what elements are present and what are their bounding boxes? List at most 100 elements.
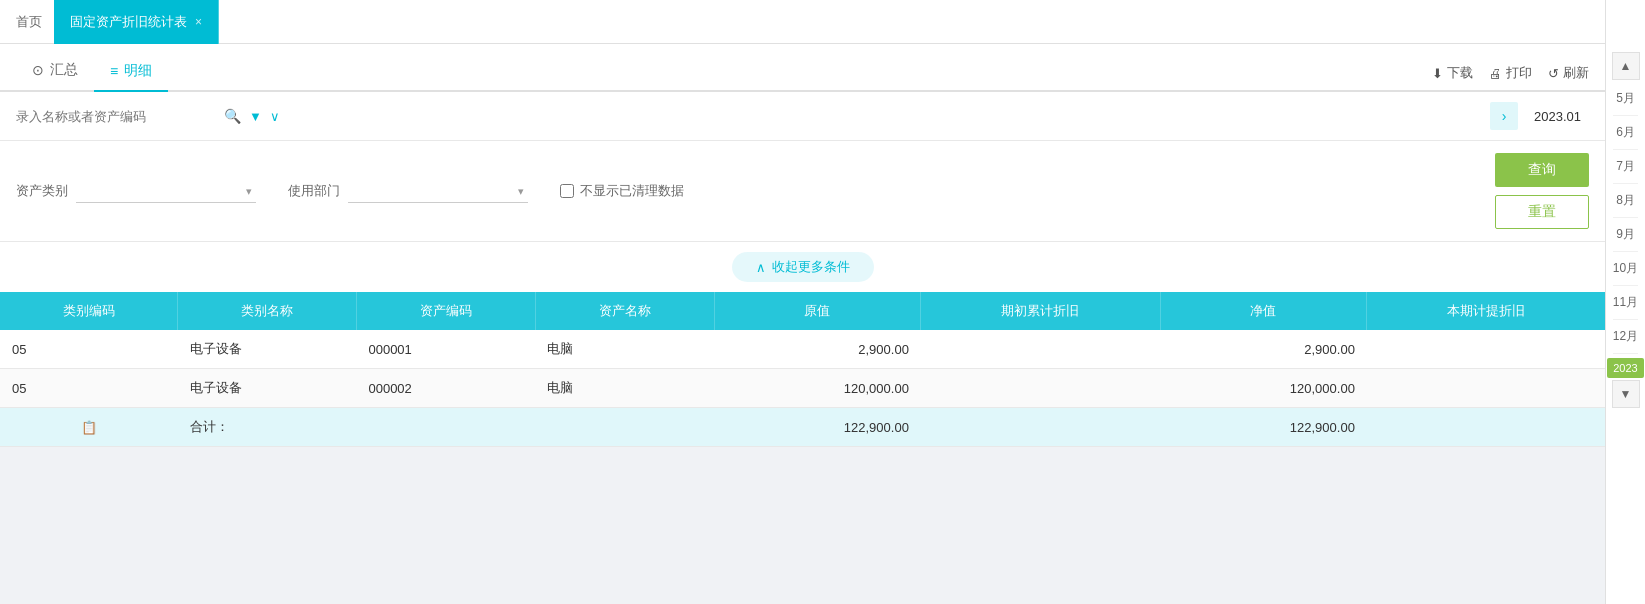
th-original-value: 原值 xyxy=(714,292,921,330)
collapse-btn[interactable]: ∧ 收起更多条件 xyxy=(732,252,874,282)
detail-icon: ≡ xyxy=(110,63,118,79)
nav-arrow-btn[interactable]: › xyxy=(1490,102,1518,130)
year-badge[interactable]: 2023 xyxy=(1607,358,1643,378)
dept-select[interactable] xyxy=(348,179,528,203)
sub-tabs: ⊙ 汇总 ≡ 明细 ⬇ 下载 🖨 打印 ↺ 刷新 xyxy=(0,44,1605,92)
filter-area: 资产类别 使用部门 不显示已清理数据 xyxy=(0,141,1605,242)
download-label: 下载 xyxy=(1447,64,1473,82)
data-table: 类别编码 类别名称 资产编码 资产名称 原值 期初累计折旧 净值 本期计提折旧 … xyxy=(0,292,1605,447)
tab-label: 固定资产折旧统计表 xyxy=(70,13,187,31)
month-item[interactable]: 6月 xyxy=(1613,116,1638,150)
chevron-down-icon: ∨ xyxy=(270,109,280,124)
refresh-btn[interactable]: ↺ 刷新 xyxy=(1548,64,1589,82)
dept-label: 使用部门 xyxy=(288,182,340,200)
month-item[interactable]: 12月 xyxy=(1613,320,1638,354)
month-item[interactable]: 7月 xyxy=(1613,150,1638,184)
month-item[interactable]: 5月 xyxy=(1613,82,1638,116)
cell-net-value: 2,900.00 xyxy=(1160,330,1367,369)
cell-category-code: 05 xyxy=(0,369,178,408)
print-icon: 🖨 xyxy=(1489,66,1502,81)
th-asset-name: 资产名称 xyxy=(535,292,714,330)
total-net-value: 122,900.00 xyxy=(1160,408,1367,447)
asset-type-select[interactable] xyxy=(76,179,256,203)
th-current-depreciation: 本期计提折旧 xyxy=(1367,292,1605,330)
query-btn[interactable]: 查询 xyxy=(1495,153,1589,187)
th-category-code: 类别编码 xyxy=(0,292,178,330)
collapse-bar: ∧ 收起更多条件 xyxy=(0,242,1605,292)
total-row: 📋 合计： 122,900.00 122,900.00 xyxy=(0,408,1605,447)
reset-btn[interactable]: 重置 xyxy=(1495,195,1589,229)
refresh-label: 刷新 xyxy=(1563,64,1589,82)
cell-current-depreciation xyxy=(1367,330,1605,369)
th-accum-depreciation: 期初累计折旧 xyxy=(921,292,1160,330)
hide-cleared-text: 不显示已清理数据 xyxy=(580,182,684,200)
print-label: 打印 xyxy=(1506,64,1532,82)
date-label: 2023.01 xyxy=(1526,109,1589,124)
collapse-icon: ∧ xyxy=(756,260,766,275)
filter-row: 资产类别 使用部门 不显示已清理数据 xyxy=(16,153,1589,229)
right-panel: ▲ 5月6月7月8月9月10月11月12月 2023 ▼ xyxy=(1605,0,1645,447)
th-asset-code: 资产编码 xyxy=(356,292,535,330)
th-net-value: 净值 xyxy=(1160,292,1367,330)
print-btn[interactable]: 🖨 打印 xyxy=(1489,64,1532,82)
month-item[interactable]: 10月 xyxy=(1613,252,1638,286)
download-btn[interactable]: ⬇ 下载 xyxy=(1432,64,1473,82)
active-tab[interactable]: 固定资产折旧统计表 × xyxy=(54,0,219,44)
cell-current-depreciation xyxy=(1367,369,1605,408)
total-accum-depreciation xyxy=(921,408,1160,447)
cell-original-value: 120,000.00 xyxy=(714,369,921,408)
hide-cleared-checkbox[interactable] xyxy=(560,184,574,198)
refresh-icon: ↺ xyxy=(1548,66,1559,81)
table-container: 类别编码 类别名称 资产编码 资产名称 原值 期初累计折旧 净值 本期计提折旧 … xyxy=(0,292,1605,447)
asset-type-label: 资产类别 xyxy=(16,182,68,200)
search-icon[interactable]: 🔍 xyxy=(224,108,241,124)
total-current-depreciation xyxy=(1367,408,1605,447)
tab-summary-label: 汇总 xyxy=(50,61,78,79)
tab-detail[interactable]: ≡ 明细 xyxy=(94,52,168,92)
dept-filter: 使用部门 xyxy=(288,179,528,203)
total-label: 合计： xyxy=(178,408,714,447)
table-row: 05 电子设备 000002 电脑 120,000.00 120,000.00 xyxy=(0,369,1605,408)
month-list: 5月6月7月8月9月10月11月12月 xyxy=(1613,82,1638,354)
asset-type-select-wrapper xyxy=(76,179,256,203)
scroll-down-btn[interactable]: ▼ xyxy=(1612,380,1640,408)
cell-category-code: 05 xyxy=(0,330,178,369)
asset-type-filter: 资产类别 xyxy=(16,179,256,203)
cell-category-name: 电子设备 xyxy=(178,330,357,369)
cell-category-name: 电子设备 xyxy=(178,369,357,408)
hide-cleared-label[interactable]: 不显示已清理数据 xyxy=(560,182,684,200)
cell-accum-depreciation xyxy=(921,369,1160,408)
more-filter-btn[interactable]: ▼ ∨ xyxy=(249,109,280,124)
collapse-label: 收起更多条件 xyxy=(772,258,850,276)
search-input[interactable] xyxy=(16,109,216,124)
month-item[interactable]: 9月 xyxy=(1613,218,1638,252)
download-icon: ⬇ xyxy=(1432,66,1443,81)
tab-detail-label: 明细 xyxy=(124,62,152,80)
table-row: 05 电子设备 000001 电脑 2,900.00 2,900.00 xyxy=(0,330,1605,369)
table-header-row: 类别编码 类别名称 资产编码 资产名称 原值 期初累计折旧 净值 本期计提折旧 xyxy=(0,292,1605,330)
toolbar-right: ⬇ 下载 🖨 打印 ↺ 刷新 xyxy=(1432,64,1589,82)
cell-original-value: 2,900.00 xyxy=(714,330,921,369)
filter-icon: ▼ xyxy=(249,109,262,124)
total-icon: 📋 xyxy=(0,408,178,447)
cell-asset-name: 电脑 xyxy=(535,330,714,369)
search-bar: 🔍 ▼ ∨ › 2023.01 xyxy=(0,92,1605,141)
month-item[interactable]: 11月 xyxy=(1613,286,1638,320)
month-item[interactable]: 8月 xyxy=(1613,184,1638,218)
summary-icon: ⊙ xyxy=(32,62,44,78)
scroll-up-btn[interactable]: ▲ xyxy=(1612,52,1640,80)
th-category-name: 类别名称 xyxy=(178,292,357,330)
main-content: ⊙ 汇总 ≡ 明细 ⬇ 下载 🖨 打印 ↺ 刷新 🔍 ▼ xyxy=(0,44,1605,447)
top-bar: 首页 固定资产折旧统计表 × ✕ xyxy=(0,0,1645,44)
tab-close-btn[interactable]: × xyxy=(195,15,202,29)
dept-select-wrapper xyxy=(348,179,528,203)
cell-asset-name: 电脑 xyxy=(535,369,714,408)
tab-summary[interactable]: ⊙ 汇总 xyxy=(16,50,94,90)
total-original: 122,900.00 xyxy=(714,408,921,447)
cell-accum-depreciation xyxy=(921,330,1160,369)
cell-asset-code: 000001 xyxy=(356,330,535,369)
filter-buttons: 查询 重置 xyxy=(1495,153,1589,229)
home-link[interactable]: 首页 xyxy=(16,13,54,31)
cell-asset-code: 000002 xyxy=(356,369,535,408)
hide-cleared-filter: 不显示已清理数据 xyxy=(560,182,684,200)
